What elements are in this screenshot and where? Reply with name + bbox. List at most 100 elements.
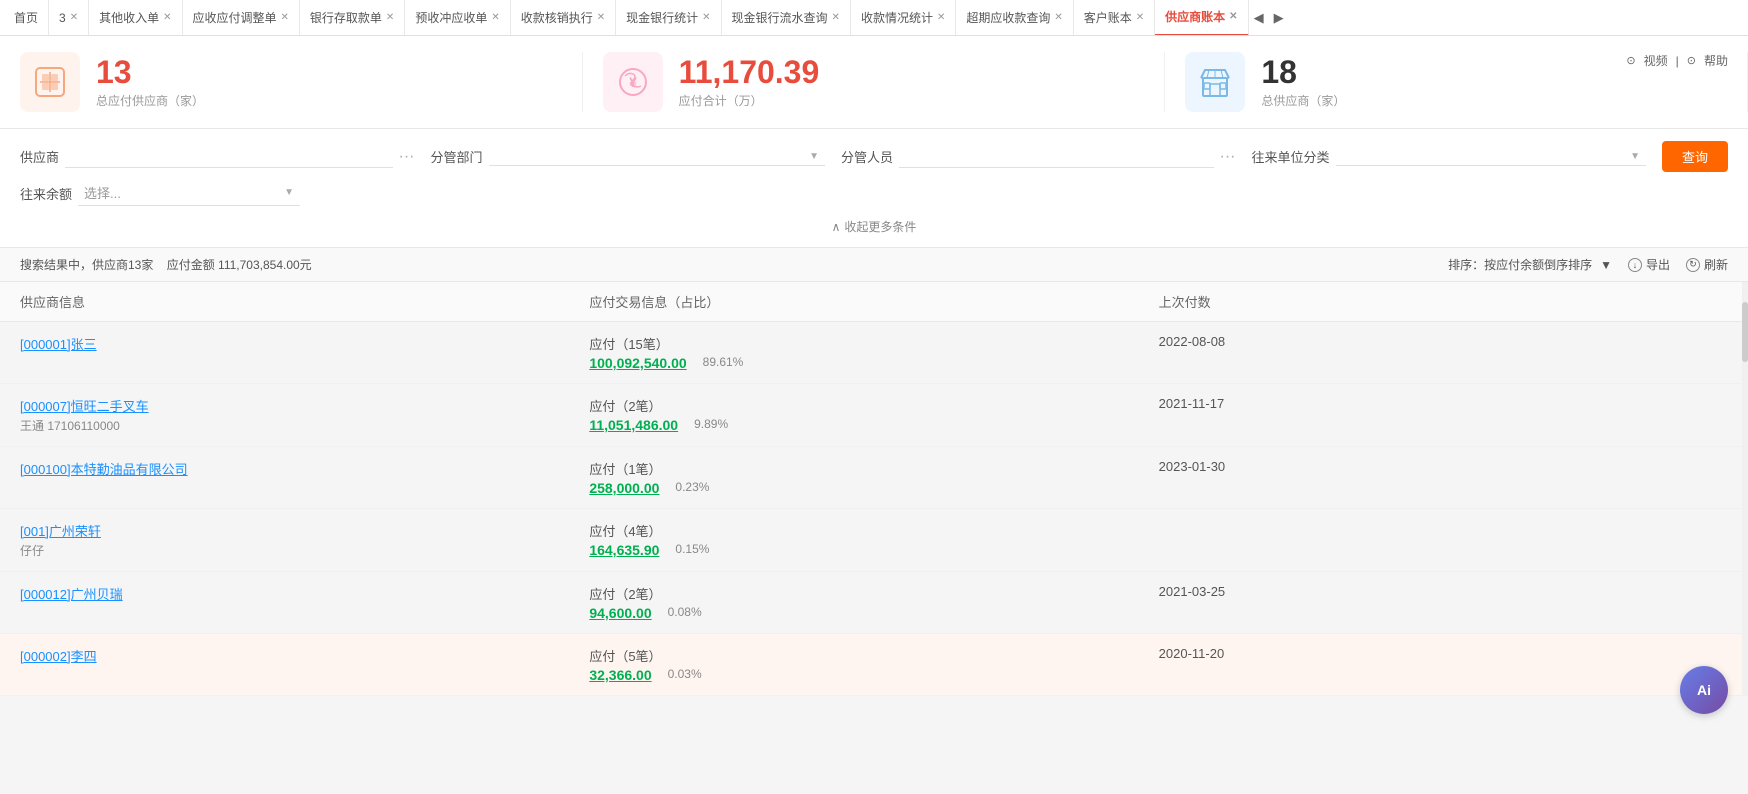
amount-link-5[interactable]: 32,366.00 bbox=[589, 667, 651, 683]
supplier-link-2[interactable]: [000100]本特勤油品有限公司 bbox=[20, 462, 188, 477]
nav-tab-collection-stat[interactable]: 收款情况统计 ✕ bbox=[851, 0, 956, 36]
filter-dept: 分管部门 ▼ bbox=[431, 147, 826, 166]
amount-icon: ¥ bbox=[603, 52, 663, 112]
supplier-link-0[interactable]: [000001]张三 bbox=[20, 337, 97, 352]
amount-link-3[interactable]: 164,635.90 bbox=[589, 542, 659, 558]
col-header-supplier: 供应商信息 bbox=[20, 292, 589, 311]
collapse-button[interactable]: ∧ 收起更多条件 bbox=[20, 214, 1728, 239]
person-filter-label: 分管人员 bbox=[841, 147, 893, 166]
result-summary: 搜索结果中，供应商13家 应付金额 111,703,854.00元 bbox=[20, 256, 312, 273]
table-row: [001]广州荣轩 仔仔 应付（4笔） 164,635.90 0.15% bbox=[0, 509, 1748, 572]
close-icon[interactable]: ✕ bbox=[70, 12, 78, 23]
trans-info-2: 应付（1笔） 258,000.00 0.23% bbox=[589, 459, 1158, 496]
refresh-icon: ↻ bbox=[1686, 258, 1700, 272]
summary-text-suppliers: 13 总应付供应商（家） bbox=[96, 55, 204, 109]
total-suppliers-label: 总供应商（家） bbox=[1261, 92, 1345, 109]
summary-text-amount: 11,170.39 应付合计（万） bbox=[679, 55, 820, 109]
person-filter-input[interactable] bbox=[899, 146, 1214, 168]
last-pay-5: 2020-11-20 bbox=[1159, 646, 1728, 661]
balance-filter-select[interactable]: 选择... ▼ bbox=[78, 180, 300, 206]
total-payable-suppliers-label: 总应付供应商（家） bbox=[96, 92, 204, 109]
table-row: [000002]李四 应付（5笔） 32,366.00 0.03% 2020-1… bbox=[0, 634, 1748, 696]
supplier-info-4: [000012]广州贝瑞 bbox=[20, 584, 589, 603]
supplier-filter-label: 供应商 bbox=[20, 147, 59, 166]
amount-link-2[interactable]: 258,000.00 bbox=[589, 480, 659, 496]
close-icon[interactable]: ✕ bbox=[702, 12, 710, 23]
close-icon[interactable]: ✕ bbox=[491, 12, 499, 23]
supplier-filter-input[interactable] bbox=[65, 146, 393, 168]
category-filter-select[interactable]: ▼ bbox=[1336, 148, 1646, 166]
nav-tab-3[interactable]: 3 ✕ bbox=[49, 0, 89, 36]
person-more-icon[interactable]: ··· bbox=[1220, 148, 1236, 166]
supplier-link-1[interactable]: [000007]恒旺二手叉车 bbox=[20, 399, 149, 414]
nav-tab-cash-flow[interactable]: 现金银行流水查询 ✕ bbox=[722, 0, 851, 36]
nav-tab-other-income[interactable]: 其他收入单 ✕ bbox=[89, 0, 182, 36]
nav-tab-collection[interactable]: 收款核销执行 ✕ bbox=[511, 0, 616, 36]
nav-next-arrow[interactable]: ▶ bbox=[1269, 0, 1289, 36]
close-icon[interactable]: ✕ bbox=[1054, 12, 1062, 23]
col-header-trans: 应付交易信息（占比） bbox=[589, 292, 1158, 311]
supplier-info-1: [000007]恒旺二手叉车 王通 17106110000 bbox=[20, 396, 589, 434]
result-bar: 搜索结果中，供应商13家 应付金额 111,703,854.00元 排序：按应付… bbox=[0, 248, 1748, 282]
export-icon: ↓ bbox=[1628, 258, 1642, 272]
total-suppliers: 18 bbox=[1261, 55, 1345, 90]
last-pay-0: 2022-08-08 bbox=[1159, 334, 1728, 349]
close-icon[interactable]: ✕ bbox=[163, 12, 171, 23]
filter-area: 供应商 ··· 分管部门 ▼ 分管人员 ··· 往来单位分类 ▼ 查询 bbox=[0, 129, 1748, 248]
search-button[interactable]: 查询 bbox=[1662, 141, 1728, 172]
supplier-link-5[interactable]: [000002]李四 bbox=[20, 649, 97, 664]
amount-link-0[interactable]: 100,092,540.00 bbox=[589, 355, 686, 371]
nav-tab-bank-deposit[interactable]: 银行存取款单 ✕ bbox=[300, 0, 405, 36]
amount-link-1[interactable]: 11,051,486.00 bbox=[589, 417, 678, 433]
table-body: [000001]张三 应付（15笔） 100,092,540.00 89.61%… bbox=[0, 322, 1748, 696]
close-icon[interactable]: ✕ bbox=[1136, 12, 1144, 23]
close-icon[interactable]: ✕ bbox=[1229, 11, 1237, 22]
video-icon: ⊙ bbox=[1626, 54, 1635, 67]
filter-supplier: 供应商 ··· bbox=[20, 146, 415, 168]
total-payable-amount: 11,170.39 bbox=[679, 55, 820, 90]
trans-info-0: 应付（15笔） 100,092,540.00 89.61% bbox=[589, 334, 1158, 371]
close-icon[interactable]: ✕ bbox=[832, 12, 840, 23]
col-header-last-pay: 上次付数 bbox=[1159, 292, 1728, 311]
chevron-down-icon: ▼ bbox=[284, 187, 294, 198]
scrollbar[interactable] bbox=[1742, 282, 1748, 696]
nav-tab-home[interactable]: 首页 bbox=[4, 0, 49, 36]
table-row: [000100]本特勤油品有限公司 应付（1笔） 258,000.00 0.23… bbox=[0, 447, 1748, 509]
sort-select[interactable]: 排序：按应付余额倒序排序 ▼ bbox=[1448, 256, 1612, 273]
summary-text-total: 18 总供应商（家） bbox=[1261, 55, 1345, 109]
dept-filter-label: 分管部门 bbox=[431, 147, 483, 166]
video-link[interactable]: 视频 bbox=[1644, 52, 1668, 69]
top-right-links: ⊙ 视频 | ⊙ 帮助 bbox=[1626, 52, 1728, 69]
chevron-up-icon: ∧ bbox=[832, 220, 841, 234]
supplier-link-3[interactable]: [001]广州荣轩 bbox=[20, 524, 101, 539]
export-button[interactable]: ↓ 导出 bbox=[1628, 256, 1670, 273]
close-icon[interactable]: ✕ bbox=[386, 12, 394, 23]
dept-filter-select[interactable]: ▼ bbox=[489, 148, 825, 166]
nav-tab-advance-receipt[interactable]: 预收冲应收单 ✕ bbox=[405, 0, 510, 36]
nav-tab-overdue-ar[interactable]: 超期应收款查询 ✕ bbox=[956, 0, 1073, 36]
supplier-link-4[interactable]: [000012]广州贝瑞 bbox=[20, 587, 123, 602]
scrollbar-thumb[interactable] bbox=[1742, 302, 1748, 362]
trans-info-5: 应付（5笔） 32,366.00 0.03% bbox=[589, 646, 1158, 683]
nav-tab-supplier-ledger[interactable]: 供应商账本 ✕ bbox=[1155, 0, 1248, 36]
ai-assistant-button[interactable]: Ai bbox=[1680, 666, 1728, 714]
result-actions: 排序：按应付余额倒序排序 ▼ ↓ 导出 ↻ 刷新 bbox=[1448, 256, 1728, 273]
filter-row-1: 供应商 ··· 分管部门 ▼ 分管人员 ··· 往来单位分类 ▼ 查询 bbox=[20, 141, 1728, 172]
nav-tab-customer-ledger[interactable]: 客户账本 ✕ bbox=[1074, 0, 1155, 36]
category-filter-label: 往来单位分类 bbox=[1252, 147, 1330, 166]
amount-link-4[interactable]: 94,600.00 bbox=[589, 605, 651, 621]
nav-tab-ar-ap-adjust[interactable]: 应收应付调整单 ✕ bbox=[183, 0, 300, 36]
close-icon[interactable]: ✕ bbox=[281, 12, 289, 23]
nav-prev-arrow[interactable]: ◀ bbox=[1249, 0, 1269, 36]
table-row: [000001]张三 应付（15笔） 100,092,540.00 89.61%… bbox=[0, 322, 1748, 384]
help-link[interactable]: 帮助 bbox=[1704, 52, 1728, 69]
refresh-button[interactable]: ↻ 刷新 bbox=[1686, 256, 1728, 273]
supplier-more-icon[interactable]: ··· bbox=[399, 148, 415, 166]
close-icon[interactable]: ✕ bbox=[937, 12, 945, 23]
top-navigation: 首页 3 ✕ 其他收入单 ✕ 应收应付调整单 ✕ 银行存取款单 ✕ 预收冲应收单… bbox=[0, 0, 1748, 36]
close-icon[interactable]: ✕ bbox=[597, 12, 605, 23]
separator: | bbox=[1676, 54, 1679, 68]
table-row: [000007]恒旺二手叉车 王通 17106110000 应付（2笔） 11,… bbox=[0, 384, 1748, 447]
chevron-down-icon: ▼ bbox=[1600, 258, 1612, 272]
nav-tab-cash-bank-stat[interactable]: 现金银行统计 ✕ bbox=[616, 0, 721, 36]
